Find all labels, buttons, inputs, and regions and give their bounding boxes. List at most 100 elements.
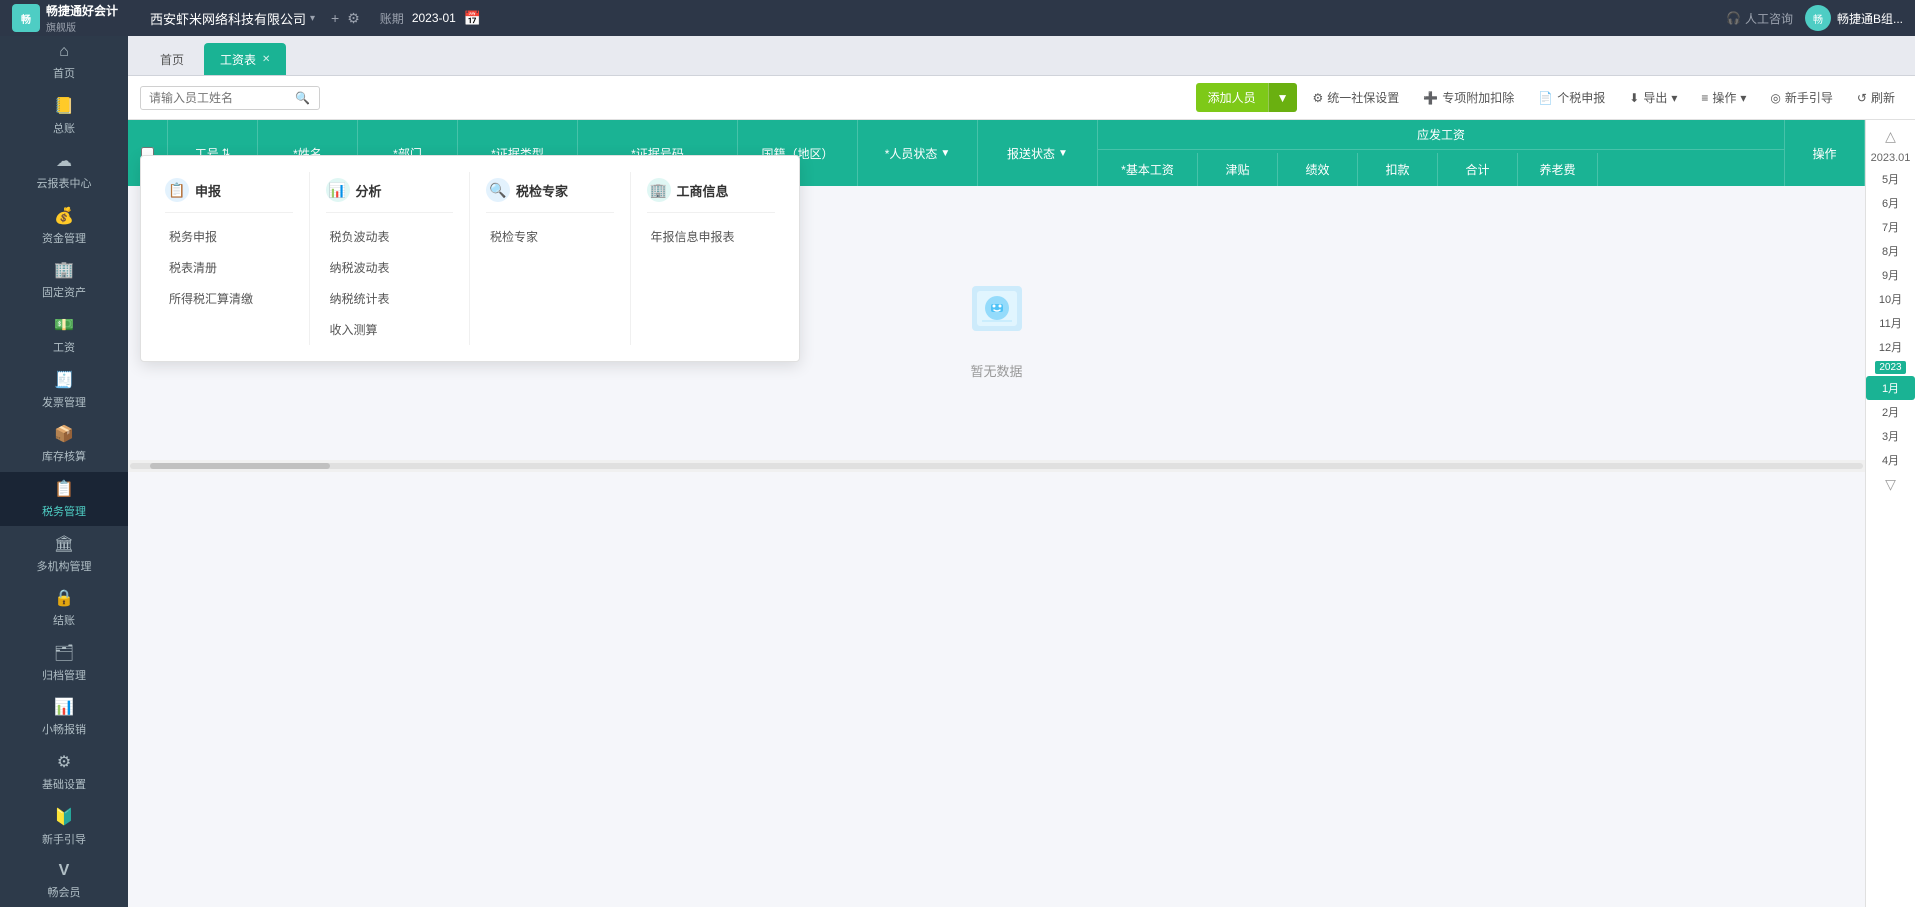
- salary-icon: 💵: [54, 315, 74, 335]
- sidebar-item-salary[interactable]: 💵 工资: [0, 308, 128, 363]
- sidebar-item-invoice[interactable]: 🧾 发票管理: [0, 362, 128, 417]
- top-bar-right: 🎧 人工咨询 畅 畅捷通B组...: [1726, 5, 1903, 31]
- salary-group-label: 应发工资: [1098, 120, 1784, 150]
- tab-salary-table[interactable]: 工资表 ✕: [204, 43, 286, 75]
- section-tax-expert-title: 🔍 税检专家: [486, 172, 614, 213]
- timeline-month-7[interactable]: 7月: [1866, 215, 1915, 239]
- search-icon: 🔍: [295, 91, 310, 105]
- timeline-month-5[interactable]: 5月: [1866, 167, 1915, 191]
- export-icon: ⬇: [1629, 91, 1639, 105]
- right-timeline: △ 2023.01 5月 6月 7月 8月 9月 10月 11月 12月 202…: [1865, 120, 1915, 907]
- social-insurance-button[interactable]: ⚙ 统一社保设置: [1305, 85, 1408, 110]
- section-business-info-title: 🏢 工商信息: [647, 172, 776, 213]
- refresh-button[interactable]: ↺ 刷新: [1849, 85, 1903, 110]
- timeline-month-9[interactable]: 9月: [1866, 263, 1915, 287]
- timeline-month-2[interactable]: 2月: [1866, 400, 1915, 424]
- th-base-salary: *基本工资: [1098, 153, 1198, 186]
- sidebar-item-tax[interactable]: 📋 税务管理: [0, 472, 128, 527]
- add-icon[interactable]: +: [331, 10, 339, 26]
- th-salary-group: 应发工资 *基本工资 津贴 绩效 扣款 合计 养老费: [1098, 120, 1785, 186]
- timeline-month-4[interactable]: 4月: [1866, 448, 1915, 472]
- search-input[interactable]: [149, 91, 289, 105]
- menu-item-income-estimation[interactable]: 收入测算: [326, 314, 454, 345]
- settings-gear-icon: ⚙: [57, 752, 71, 772]
- user-name: 畅捷通B组...: [1837, 10, 1903, 27]
- menu-item-income-tax-settlement[interactable]: 所得税汇算清缴: [165, 283, 293, 314]
- menu-item-tax-burden-fluctuation[interactable]: 税负波动表: [326, 221, 454, 252]
- service-button[interactable]: 🎧 人工咨询: [1726, 10, 1793, 27]
- timeline-month-3[interactable]: 3月: [1866, 424, 1915, 448]
- sidebar-item-cloud-report[interactable]: ☁ 云报表中心: [0, 144, 128, 199]
- menu-item-tax-declaration[interactable]: 税务申报: [165, 221, 293, 252]
- settings-icon[interactable]: ⚙: [347, 10, 360, 27]
- timeline-month-6[interactable]: 6月: [1866, 191, 1915, 215]
- tab-home[interactable]: 首页: [144, 43, 200, 75]
- export-dropdown-icon: ▾: [1671, 91, 1677, 105]
- section-analysis-title: 📊 分析: [326, 172, 454, 213]
- social-insurance-icon: ⚙: [1313, 91, 1324, 105]
- sidebar-item-assets[interactable]: 🏢 固定资产: [0, 253, 128, 308]
- menu-item-tax-expert[interactable]: 税检专家: [486, 221, 614, 252]
- sidebar-item-close[interactable]: 🔒 结账: [0, 581, 128, 636]
- logo: 畅 畅捷通好会计 旗舰版: [12, 2, 132, 34]
- logo-icon: 畅: [12, 4, 40, 32]
- scroll-thumb[interactable]: [150, 463, 330, 469]
- timeline-month-8[interactable]: 8月: [1866, 239, 1915, 263]
- th-deduct: 扣款: [1358, 153, 1438, 186]
- add-person-button[interactable]: 添加人员: [1196, 83, 1268, 112]
- user-info: 畅 畅捷通B组...: [1805, 5, 1903, 31]
- dropdown-section-analysis: 📊 分析 税负波动表 纳税波动表 纳税统计表 收入测算: [310, 172, 471, 345]
- sidebar-item-basic[interactable]: ⚙ 基础设置: [0, 745, 128, 800]
- sidebar-item-home[interactable]: ⌂ 首页: [0, 36, 128, 89]
- menu-item-tax-table-register[interactable]: 税表清册: [165, 252, 293, 283]
- report-status-filter-icon[interactable]: ▼: [1058, 148, 1068, 159]
- person-status-filter-icon[interactable]: ▼: [940, 148, 950, 159]
- th-performance: 绩效: [1278, 153, 1358, 186]
- timeline-month-10[interactable]: 10月: [1866, 287, 1915, 311]
- section-declaration-title: 📋 申报: [165, 172, 293, 213]
- home-icon: ⌂: [59, 43, 69, 61]
- dropdown-section-business-info: 🏢 工商信息 年报信息申报表: [631, 172, 792, 345]
- calendar-icon[interactable]: 📅: [464, 10, 481, 27]
- special-deduct-button[interactable]: ➕ 专项附加扣除: [1415, 85, 1522, 110]
- cloud-icon: ☁: [56, 151, 72, 171]
- declaration-icon: 📋: [165, 178, 189, 202]
- timeline-next-button[interactable]: ▽: [1881, 472, 1900, 497]
- menu-item-tax-statistics[interactable]: 纳税统计表: [326, 283, 454, 314]
- multi-org-icon: 🏛: [54, 534, 74, 554]
- individual-tax-button[interactable]: 📄 个税申报: [1530, 85, 1613, 110]
- operations-button[interactable]: ≡ 操作 ▾: [1693, 85, 1754, 110]
- search-box[interactable]: 🔍: [140, 86, 320, 110]
- export-button[interactable]: ⬇ 导出 ▾: [1621, 85, 1685, 110]
- top-bar: 畅 畅捷通好会计 旗舰版 西安虾米网络科技有限公司 ▾ + ⚙ 账期 2023-…: [0, 0, 1915, 36]
- tab-close-icon[interactable]: ✕: [262, 54, 270, 65]
- dropdown-section-declaration: 📋 申报 税务申报 税表清册 所得税汇算清缴: [149, 172, 310, 345]
- menu-item-tax-payment-fluctuation[interactable]: 纳税波动表: [326, 252, 454, 283]
- dropdown-menu: 📋 申报 税务申报 税表清册 所得税汇算清缴 📊 分析 税负波动表 纳税波动表 …: [140, 155, 800, 362]
- timeline-month-12[interactable]: 12月: [1866, 335, 1915, 359]
- sidebar-item-multi-org[interactable]: 🏛 多机构管理: [0, 526, 128, 581]
- sidebar-item-archive[interactable]: 🗂 归档管理: [0, 635, 128, 690]
- company-dropdown-icon[interactable]: ▾: [310, 13, 315, 24]
- add-person-dropdown-button[interactable]: ▼: [1268, 83, 1297, 112]
- sidebar-item-sales[interactable]: 📊 小畅报销: [0, 690, 128, 745]
- sidebar-item-inventory[interactable]: 📦 库存核算: [0, 417, 128, 472]
- member-icon: V: [59, 862, 70, 880]
- fund-icon: 💰: [54, 206, 74, 226]
- sidebar-item-ledger[interactable]: 📒 总账: [0, 89, 128, 144]
- company-selector[interactable]: 西安虾米网络科技有限公司 ▾: [150, 9, 315, 28]
- timeline-prev-button[interactable]: △: [1881, 124, 1900, 149]
- company-name: 西安虾米网络科技有限公司: [150, 9, 306, 28]
- sidebar-item-member[interactable]: V 畅会员: [0, 854, 128, 907]
- bottom-scrollbar[interactable]: [128, 460, 1865, 472]
- menu-item-annual-report[interactable]: 年报信息申报表: [647, 221, 776, 252]
- business-info-icon: 🏢: [647, 178, 671, 202]
- sidebar-item-fund[interactable]: 💰 资金管理: [0, 198, 128, 253]
- guide-button[interactable]: ◎ 新手引导: [1762, 85, 1841, 110]
- timeline-year-label-header: 2023.01: [1869, 149, 1913, 167]
- individual-tax-icon: 📄: [1538, 91, 1553, 105]
- sidebar-item-guide[interactable]: 🔰 新手引导: [0, 799, 128, 854]
- sales-icon: 📊: [54, 697, 74, 717]
- timeline-month-11[interactable]: 11月: [1866, 311, 1915, 335]
- timeline-month-1[interactable]: 1月: [1866, 376, 1915, 400]
